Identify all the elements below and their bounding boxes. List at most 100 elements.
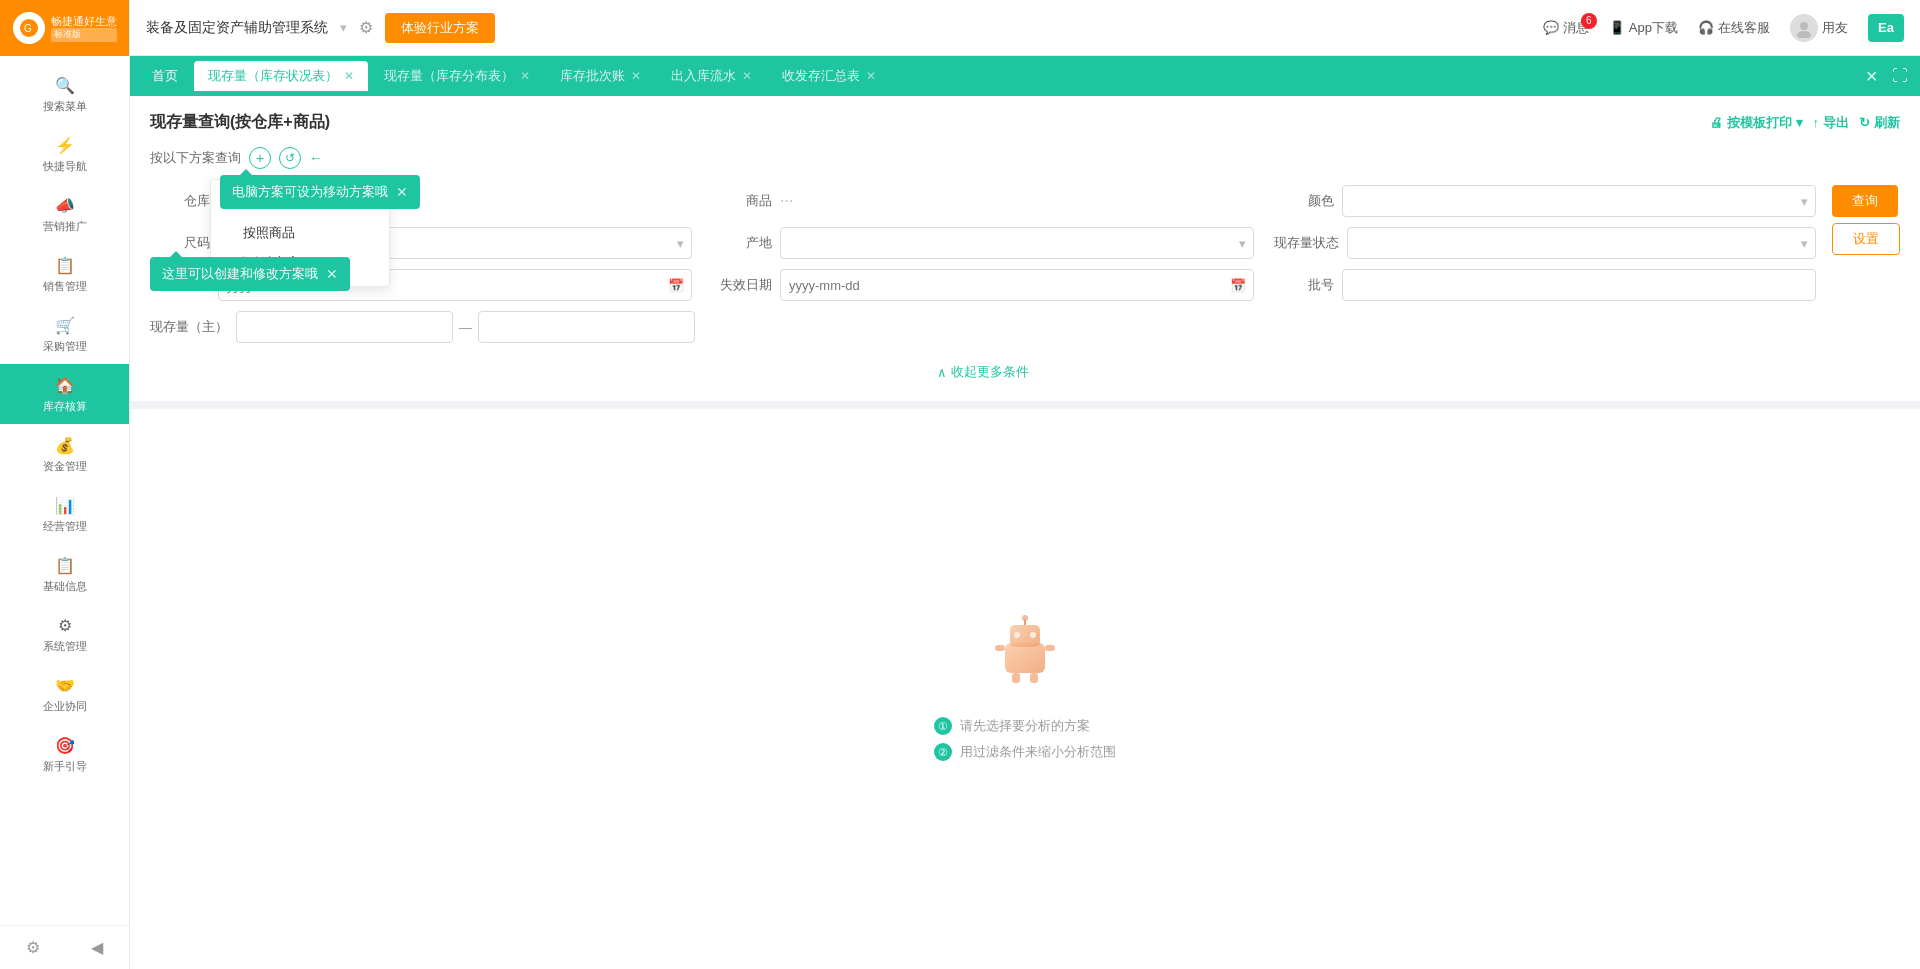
refresh-icon: ↻	[1859, 115, 1870, 130]
main: 装备及固定资产辅助管理系统 ▾ ⚙ 体验行业方案 💬 消息 6 📱 App下载 …	[130, 0, 1920, 969]
query-area: 现存量查询(按仓库+商品) 🖨 按模板打印 ▾ ↑ 导出 ↻ 刷新	[130, 96, 1920, 401]
tab-close-inventory-status[interactable]: ✕	[344, 69, 354, 83]
header-app[interactable]: 📱 App下载	[1609, 19, 1678, 37]
quicknav-label: 快捷导航	[43, 159, 87, 174]
form-row-2: 尺码 产地 现存量状态	[150, 227, 1816, 259]
marketing-label: 营销推广	[43, 219, 87, 234]
sidebar-item-inventory[interactable]: 🏠 库存核算	[0, 364, 129, 424]
sidebar-item-quicknav[interactable]: ⚡ 快捷导航	[0, 124, 129, 184]
logo-title: 畅捷通好生意	[51, 14, 117, 28]
tab-close-batch-ledger[interactable]: ✕	[631, 69, 641, 83]
filter-bar: 按以下方案查询 + ↺ ←	[150, 147, 1900, 169]
header-settings-icon[interactable]: ⚙	[359, 18, 373, 37]
scheme-tooltip-text: 电脑方案可设为移动方案哦	[232, 183, 388, 201]
batch-no-input[interactable]	[1342, 269, 1816, 301]
sidebar-item-system[interactable]: ⚙ 系统管理	[0, 604, 129, 664]
search-button[interactable]: 查询	[1832, 185, 1898, 217]
svg-rect-11	[1030, 673, 1038, 683]
produce-date-calendar-icon[interactable]: 📅	[668, 278, 684, 293]
marketing-icon: 📣	[54, 194, 76, 216]
tab-close-inout-flow[interactable]: ✕	[742, 69, 752, 83]
scheme-tooltip-close[interactable]: ✕	[396, 184, 408, 200]
tab-close-collect-summary[interactable]: ✕	[866, 69, 876, 83]
expire-date-input[interactable]	[780, 269, 1254, 301]
svg-rect-13	[1045, 645, 1055, 651]
stock-status-field: 现存量状态	[1274, 227, 1816, 259]
sidebar-item-sales[interactable]: 📋 销售管理	[0, 244, 129, 304]
expire-date-calendar-icon[interactable]: 📅	[1230, 278, 1246, 293]
operations-label: 经营管理	[43, 519, 87, 534]
service-icon: 🎧	[1698, 20, 1714, 35]
sidebar-menu: 🔍 搜索菜单 ⚡ 快捷导航 📣 营销推广 📋 销售管理 🛒 采购管理 🏠 库存核…	[0, 56, 129, 925]
sidebar-item-enterprise[interactable]: 🤝 企业协同	[0, 664, 129, 724]
filter-arrow-button[interactable]: ←	[309, 150, 323, 166]
goods-ellipsis[interactable]: ···	[780, 192, 793, 210]
sidebar-item-search[interactable]: 🔍 搜索菜单	[0, 64, 129, 124]
settings-bottom-icon[interactable]: ⚙	[26, 938, 40, 957]
tab-batch-ledger[interactable]: 库存批次账 ✕	[546, 61, 655, 91]
filter-refresh-button[interactable]: ↺	[279, 147, 301, 169]
logo-badge: 标准版	[51, 28, 117, 42]
create-tooltip: 这里可以创建和修改方案哦 ✕	[150, 257, 350, 291]
reset-button[interactable]: 设置	[1832, 223, 1900, 255]
tab-inventory-status[interactable]: 现存量（库存状况表） ✕	[194, 61, 368, 91]
filter-section: 按以下方案查询 + ↺ ← 电脑方案可设为移动方案哦 ✕ ▶ 电脑	[150, 147, 1900, 169]
origin-select[interactable]	[780, 227, 1254, 259]
purchase-label: 采购管理	[43, 339, 87, 354]
empty-tip-2: ② 用过滤条件来缩小分析范围	[934, 739, 1116, 765]
header-service[interactable]: 🎧 在线客服	[1698, 19, 1770, 37]
stock-status-select[interactable]	[1347, 227, 1816, 259]
stock-main-field: 现存量（主） —	[150, 311, 695, 343]
collapse-bar[interactable]: ∧ 收起更多条件	[150, 353, 1816, 385]
tab-inventory-dist[interactable]: 现存量（库存分布表） ✕	[370, 61, 544, 91]
svg-point-6	[1014, 632, 1020, 638]
purchase-icon: 🛒	[54, 314, 76, 336]
svg-rect-12	[995, 645, 1005, 651]
stock-main-to[interactable]	[478, 311, 695, 343]
header-msg[interactable]: 💬 消息 6	[1543, 19, 1589, 37]
tab-inout-flow[interactable]: 出入库流水 ✕	[657, 61, 766, 91]
color-field: 颜色	[1274, 185, 1816, 217]
header-user[interactable]: 用友	[1790, 14, 1848, 42]
service-label: 在线客服	[1718, 19, 1770, 37]
guide-icon: 🎯	[54, 734, 76, 756]
filter-add-button[interactable]: +	[249, 147, 271, 169]
scheme-pc1[interactable]: 按照商品	[231, 218, 389, 248]
enterprise-label: 企业协同	[43, 699, 87, 714]
sidebar-item-guide[interactable]: 🎯 新手引导	[0, 724, 129, 784]
system-name: 装备及固定资产辅助管理系统	[146, 19, 328, 37]
export-icon: ↑	[1813, 115, 1820, 130]
page-title-row: 现存量查询(按仓库+商品) 🖨 按模板打印 ▾ ↑ 导出 ↻ 刷新	[150, 112, 1900, 133]
tab-close-inventory-dist[interactable]: ✕	[520, 69, 530, 83]
sidebar-item-operations[interactable]: 📊 经营管理	[0, 484, 129, 544]
page-title: 现存量查询(按仓库+商品)	[150, 112, 330, 133]
tab-home[interactable]: 首页	[138, 61, 192, 91]
sidebar-item-marketing[interactable]: 📣 营销推广	[0, 184, 129, 244]
search-buttons: 查询 设置	[1832, 185, 1900, 255]
sidebar-item-basic[interactable]: 📋 基础信息	[0, 544, 129, 604]
trial-button[interactable]: 体验行业方案	[385, 13, 495, 43]
tab-collect-summary[interactable]: 收发存汇总表 ✕	[768, 61, 890, 91]
tabs-expand-icon[interactable]: ⛶	[1888, 67, 1912, 86]
collapse-sidebar-icon[interactable]: ◀	[91, 938, 103, 957]
inventory-label: 库存核算	[43, 399, 87, 414]
print-btn[interactable]: 🖨 按模板打印 ▾	[1710, 114, 1803, 132]
ea-badge: Ea	[1868, 14, 1904, 42]
sidebar-item-finance[interactable]: 💰 资金管理	[0, 424, 129, 484]
export-btn[interactable]: ↑ 导出	[1813, 114, 1850, 132]
quicknav-icon: ⚡	[54, 134, 76, 156]
create-tooltip-close[interactable]: ✕	[326, 266, 338, 282]
basic-label: 基础信息	[43, 579, 87, 594]
logo-icon: G	[13, 12, 45, 44]
stock-main-from[interactable]	[236, 311, 453, 343]
user-avatar	[1790, 14, 1818, 42]
sidebar-item-purchase[interactable]: 🛒 采购管理	[0, 304, 129, 364]
sales-icon: 📋	[54, 254, 76, 276]
app-label: App下载	[1629, 19, 1678, 37]
filter-label: 按以下方案查询	[150, 149, 241, 167]
svg-point-3	[1797, 31, 1811, 38]
tabs-close-all-icon[interactable]: ✕	[1861, 67, 1882, 86]
refresh-btn[interactable]: ↻ 刷新	[1859, 114, 1900, 132]
color-select[interactable]	[1342, 185, 1816, 217]
inventory-icon: 🏠	[54, 374, 76, 396]
